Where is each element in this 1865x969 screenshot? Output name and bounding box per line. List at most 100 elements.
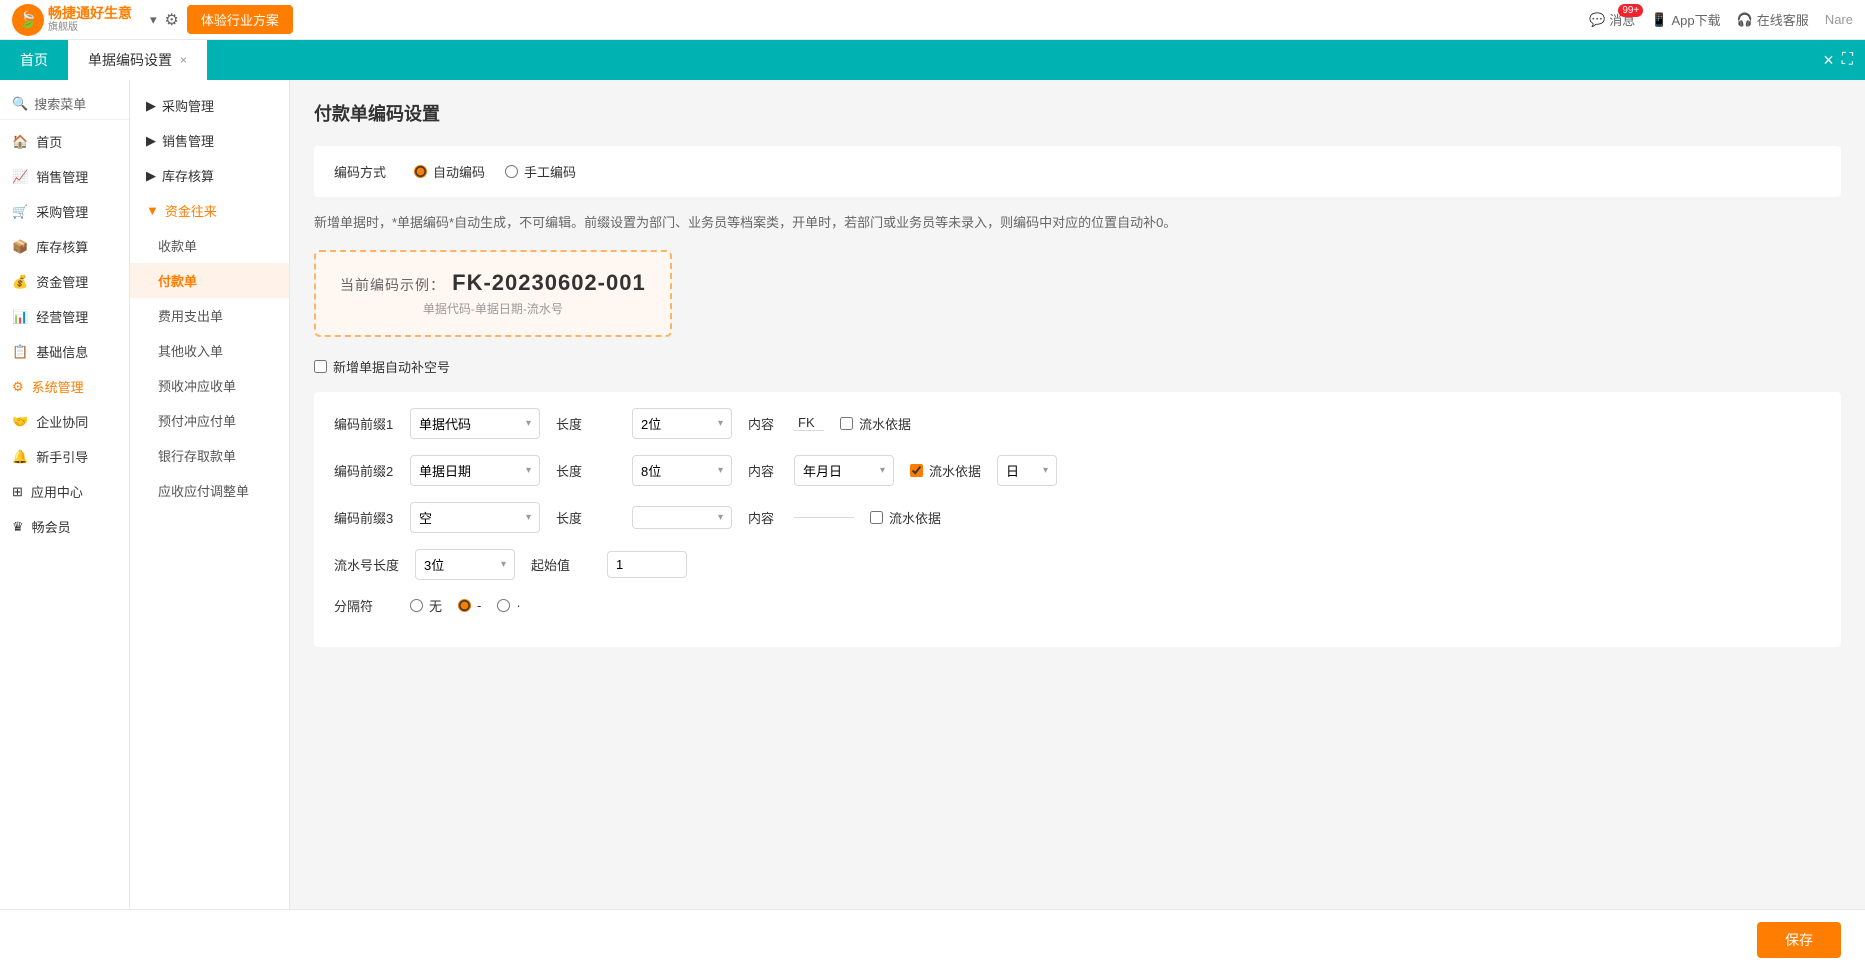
- separator-row: 分隔符 无 - ·: [334, 596, 1821, 615]
- chevron-down-icon4: ▾: [526, 418, 531, 429]
- top-bar: 🍃 畅捷通好生意 旗舰版 ▾ ⚙ 体验行业方案 💬 消息 99+ 📱 App下载…: [0, 0, 1865, 40]
- search-label: 搜索菜单: [34, 94, 86, 113]
- chevron-right-icon3: ▶: [146, 168, 156, 184]
- online-service-button[interactable]: 🎧 在线客服: [1737, 10, 1809, 29]
- flow1-checkbox-label[interactable]: 流水依据: [840, 414, 911, 433]
- separator-none-radio[interactable]: [410, 599, 423, 612]
- group-sales-title[interactable]: ▶ 销售管理: [130, 123, 289, 158]
- length2-label: 长度: [556, 461, 616, 480]
- content3-label: 内容: [748, 508, 778, 527]
- close-window-icon[interactable]: ×: [1823, 50, 1834, 71]
- logo-main-text: 畅捷通好生意: [48, 5, 132, 22]
- group-inventory-title[interactable]: ▶ 库存核算: [130, 158, 289, 193]
- flow3-checkbox-label[interactable]: 流水依据: [870, 508, 941, 527]
- group-finance: ▼ 资金往来 收款单 付款单 费用支出单 其他收入单 预收冲应收单 预付冲应付单: [130, 193, 289, 508]
- serial-start-label: 起始值: [531, 555, 591, 574]
- sidebar-item-inventory[interactable]: 📦 库存核算: [0, 229, 129, 264]
- info-text: 新增单据时，*单据编码*自动生成，不可编辑。前缀设置为部门、业务员等档案类，开单…: [314, 213, 1841, 234]
- sub-item-adjustment[interactable]: 应收应付调整单: [130, 473, 289, 508]
- length3-select[interactable]: ▾: [632, 506, 732, 529]
- group-finance-title[interactable]: ▼ 资金往来: [130, 193, 289, 228]
- sub-item-advance-payable[interactable]: 预付冲应付单: [130, 403, 289, 438]
- chevron-down-icon8: ▾: [880, 465, 885, 476]
- sidebar-item-sales[interactable]: 📈 销售管理: [0, 159, 129, 194]
- sidebar-item-operations[interactable]: 📊 经营管理: [0, 299, 129, 334]
- length2-select[interactable]: 8位 ▾: [632, 455, 732, 486]
- content2-select[interactable]: 年月日 ▾: [794, 455, 894, 486]
- separator-dash-option[interactable]: -: [458, 598, 481, 613]
- dropdown-button[interactable]: ▾: [150, 12, 157, 28]
- sub-item-advance-receivable[interactable]: 预收冲应收单: [130, 368, 289, 403]
- prefix1-label: 编码前缀1: [334, 414, 394, 433]
- sub-item-payment[interactable]: 付款单: [130, 263, 289, 298]
- sidebar-item-member[interactable]: ♛ 畅会员: [0, 509, 129, 544]
- flow1-checkbox[interactable]: [840, 417, 853, 430]
- sub-item-bank[interactable]: 银行存取款单: [130, 438, 289, 473]
- sidebar-search[interactable]: 🔍 搜索菜单: [0, 88, 129, 120]
- app-icon: 📱: [1651, 12, 1667, 28]
- content3-value: [794, 517, 854, 518]
- separator-dot-radio[interactable]: [497, 599, 510, 612]
- messages-badge: 99+: [1618, 4, 1643, 17]
- chevron-down-icon5: ▾: [718, 418, 723, 429]
- settings-icon[interactable]: ⚙: [165, 10, 179, 30]
- length1-select[interactable]: 2位 ▾: [632, 408, 732, 439]
- tab-close-icon[interactable]: ×: [180, 53, 187, 67]
- trial-btn[interactable]: 体验行业方案: [187, 5, 293, 34]
- preview-box: 当前编码示例： FK-20230602-001 单据代码-单据日期-流水号: [314, 250, 672, 337]
- save-button[interactable]: 保存: [1757, 922, 1841, 958]
- sidebar-item-apps[interactable]: ⊞ 应用中心: [0, 474, 129, 509]
- flow2-period-select[interactable]: 日 ▾: [997, 455, 1057, 486]
- serial-length-select[interactable]: 3位 ▾: [415, 549, 515, 580]
- system-icon: ⚙: [12, 379, 24, 395]
- flow3-checkbox[interactable]: [870, 511, 883, 524]
- app-download-button[interactable]: 📱 App下载: [1651, 10, 1720, 29]
- main-layout: 🔍 搜索菜单 🏠 首页 📈 销售管理 🛒 采购管理 📦 库存核算 💰 资金管理 …: [0, 80, 1865, 969]
- group-purchase-title[interactable]: ▶ 采购管理: [130, 88, 289, 123]
- encoding-label: 编码方式: [334, 162, 386, 181]
- auto-encoding-option[interactable]: 自动编码: [414, 162, 485, 181]
- serial-start-input[interactable]: [607, 551, 687, 578]
- sidebar-item-base[interactable]: 📋 基础信息: [0, 334, 129, 369]
- sidebar-item-guide[interactable]: 🔔 新手引导: [0, 439, 129, 474]
- dropdown-arrow: ▾: [150, 12, 157, 28]
- prefix3-select[interactable]: 空 ▾: [410, 502, 540, 533]
- prefix1-select[interactable]: 单据代码 ▾: [410, 408, 540, 439]
- top-bar-center: ▾ ⚙ 体验行业方案: [150, 5, 293, 34]
- auto-fill-checkbox[interactable]: [314, 360, 327, 373]
- manual-encoding-option[interactable]: 手工编码: [505, 162, 576, 181]
- flow2-checkbox[interactable]: [910, 464, 923, 477]
- sub-item-other-income[interactable]: 其他收入单: [130, 333, 289, 368]
- sidebar-item-purchase[interactable]: 🛒 采购管理: [0, 194, 129, 229]
- auto-encoding-radio[interactable]: [414, 165, 427, 178]
- sidebar-item-enterprise[interactable]: 🤝 企业协同: [0, 404, 129, 439]
- form-section: 编码前缀1 单据代码 ▾ 长度 2位 ▾ 内容 FK 流水依据: [314, 392, 1841, 647]
- flow2-checkbox-label[interactable]: 流水依据: [910, 461, 981, 480]
- sub-item-receipt[interactable]: 收款单: [130, 228, 289, 263]
- chevron-down-icon10: ▾: [526, 512, 531, 523]
- sidebar-item-system[interactable]: ⚙ 系统管理: [0, 369, 129, 404]
- prefix2-select[interactable]: 单据日期 ▾: [410, 455, 540, 486]
- logo-sub-text: 旗舰版: [48, 22, 132, 34]
- separator-label: 分隔符: [334, 596, 394, 615]
- online-service-label: 在线客服: [1757, 10, 1809, 29]
- sub-sidebar: ▶ 采购管理 ▶ 销售管理 ▶ 库存核算 ▼ 资金往来 收款单: [130, 80, 290, 969]
- manual-encoding-radio[interactable]: [505, 165, 518, 178]
- logo: 🍃 畅捷通好生意 旗舰版: [12, 4, 142, 36]
- sidebar-item-home[interactable]: 🏠 首页: [0, 124, 129, 159]
- user-menu[interactable]: Nare: [1825, 12, 1853, 27]
- guide-icon: 🔔: [12, 449, 28, 465]
- operations-icon: 📊: [12, 309, 28, 325]
- sub-item-expense[interactable]: 费用支出单: [130, 298, 289, 333]
- separator-none-option[interactable]: 无: [410, 596, 442, 615]
- sidebar-item-finance[interactable]: 💰 资金管理: [0, 264, 129, 299]
- tab-home[interactable]: 首页: [0, 40, 68, 80]
- fullscreen-icon[interactable]: ⛶: [1842, 51, 1853, 69]
- messages-button[interactable]: 💬 消息 99+: [1589, 10, 1635, 29]
- form-row-3: 编码前缀3 空 ▾ 长度 ▾ 内容 流水依据: [334, 502, 1821, 533]
- top-bar-left: 🍃 畅捷通好生意 旗舰版 ▾ ⚙ 体验行业方案: [12, 4, 293, 36]
- separator-dot-option[interactable]: ·: [497, 598, 520, 613]
- tab-encoding-settings[interactable]: 单据编码设置 ×: [68, 40, 207, 80]
- separator-dash-radio[interactable]: [458, 599, 471, 612]
- auto-fill-checkbox-label[interactable]: 新增单据自动补空号: [314, 357, 450, 376]
